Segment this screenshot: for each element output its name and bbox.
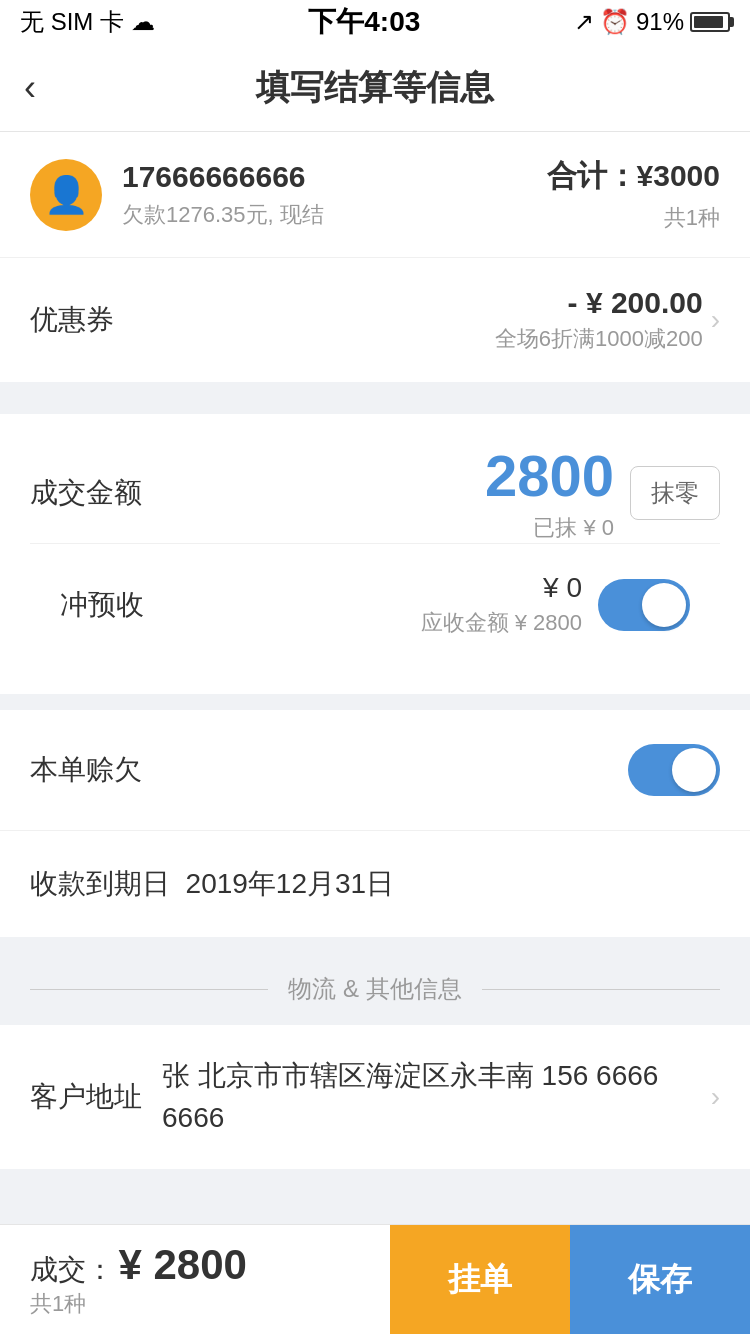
prepaid-value: ¥ 0 <box>421 572 582 604</box>
customer-info: 17666666666 欠款1276.35元, 现结 <box>122 160 547 230</box>
address-row[interactable]: 客户地址 张 北京市市辖区海淀区永丰南 156 6666 6666 › <box>0 1025 750 1169</box>
total-label: 合计： <box>547 159 637 192</box>
chevron-right-icon: › <box>711 304 720 336</box>
location-icon: ↗ <box>574 8 594 36</box>
debit-toggle[interactable] <box>628 744 720 796</box>
hang-button[interactable]: 挂单 <box>390 1225 570 1335</box>
separator-2 <box>0 694 750 710</box>
total-value: ¥3000 <box>637 159 720 192</box>
coupon-row[interactable]: 优惠券 - ¥ 200.00 全场6折满1000减200 › <box>0 258 750 382</box>
bottom-summary: 成交： ¥ 2800 共1种 <box>0 1241 390 1319</box>
bottom-deal-label: 成交： <box>30 1254 114 1285</box>
status-right: ↗ ⏰ 91% <box>574 8 730 36</box>
nav-bar: ‹ 填写结算等信息 <box>0 44 750 132</box>
address-chevron-icon: › <box>711 1081 720 1113</box>
duedate-value: 2019年12月31日 <box>186 868 395 899</box>
prepaid-label: 冲预收 <box>60 586 144 624</box>
deal-label: 成交金额 <box>30 474 142 512</box>
user-icon: 👤 <box>44 174 89 216</box>
coupon-detail: 全场6折满1000减200 <box>495 324 703 354</box>
avatar: 👤 <box>30 159 102 231</box>
deal-right: 2800 已抹 ¥ 0 抹零 <box>485 442 720 543</box>
alarm-icon: ⏰ <box>600 8 630 36</box>
debit-row: 本单赊欠 <box>0 710 750 830</box>
signal-text: 无 SIM 卡 ☁ <box>20 6 155 38</box>
coupon-value: - ¥ 200.00 <box>495 286 703 320</box>
separator-1 <box>0 398 750 414</box>
address-value: 张 北京市市辖区海淀区永丰南 156 6666 6666 <box>162 1055 711 1139</box>
debit-toggle-knob <box>672 748 716 792</box>
battery-percent: 91% <box>636 8 684 36</box>
divider-line-left <box>30 989 268 990</box>
prepaid-receivable: 应收金额 ¥ 2800 <box>421 608 582 638</box>
coupon-right: - ¥ 200.00 全场6折满1000减200 › <box>495 286 720 354</box>
status-bar: 无 SIM 卡 ☁ 下午4:03 ↗ ⏰ 91% <box>0 0 750 44</box>
bottom-count: 共1种 <box>30 1289 360 1319</box>
debit-label: 本单赊欠 <box>30 751 142 789</box>
duedate-row: 收款到期日 2019年12月31日 <box>0 830 750 937</box>
customer-row: 👤 17666666666 欠款1276.35元, 现结 合计：¥3000 共1… <box>0 132 750 258</box>
prepaid-amount-block: ¥ 0 应收金额 ¥ 2800 <box>421 572 582 638</box>
deal-amount: 2800 <box>485 442 614 509</box>
duedate-label: 收款到期日 2019年12月31日 <box>30 868 394 899</box>
logistics-divider: 物流 & 其他信息 <box>0 953 750 1025</box>
address-label: 客户地址 <box>30 1078 142 1116</box>
deal-amount-block: 2800 已抹 ¥ 0 <box>485 442 614 543</box>
customer-debt: 欠款1276.35元, 现结 <box>122 200 547 230</box>
prepaid-toggle[interactable] <box>598 579 690 631</box>
customer-section: 👤 17666666666 欠款1276.35元, 现结 合计：¥3000 共1… <box>0 132 750 382</box>
save-button[interactable]: 保存 <box>570 1225 750 1335</box>
toggle-knob <box>642 583 686 627</box>
divider-line-right <box>482 989 720 990</box>
coupon-label: 优惠券 <box>30 301 114 339</box>
total-amount: 合计：¥3000 <box>547 156 720 197</box>
customer-total: 合计：¥3000 共1种 <box>547 156 720 233</box>
status-time: 下午4:03 <box>308 3 420 41</box>
page-title: 填写结算等信息 <box>256 65 494 111</box>
customer-phone: 17666666666 <box>122 160 547 194</box>
bottom-deal-line: 成交： ¥ 2800 <box>30 1241 360 1289</box>
prepaid-row: 冲预收 ¥ 0 应收金额 ¥ 2800 <box>30 543 720 666</box>
deal-row: 成交金额 2800 已抹 ¥ 0 抹零 <box>30 442 720 543</box>
bottom-bar: 成交： ¥ 2800 共1种 挂单 保存 <box>0 1224 750 1334</box>
back-button[interactable]: ‹ <box>24 67 36 109</box>
bottom-amount: ¥ 2800 <box>118 1241 246 1288</box>
total-count: 共1种 <box>547 203 720 233</box>
deal-section: 成交金额 2800 已抹 ¥ 0 抹零 冲预收 ¥ 0 应收金额 ¥ 2800 <box>0 414 750 694</box>
round-button[interactable]: 抹零 <box>630 466 720 520</box>
deal-erased: 已抹 ¥ 0 <box>485 513 614 543</box>
prepaid-right: ¥ 0 应收金额 ¥ 2800 <box>421 572 690 638</box>
coupon-value-block: - ¥ 200.00 全场6折满1000减200 <box>495 286 703 354</box>
logistics-label: 物流 & 其他信息 <box>268 973 481 1005</box>
status-left: 无 SIM 卡 ☁ <box>20 6 155 38</box>
battery-icon <box>690 12 730 32</box>
